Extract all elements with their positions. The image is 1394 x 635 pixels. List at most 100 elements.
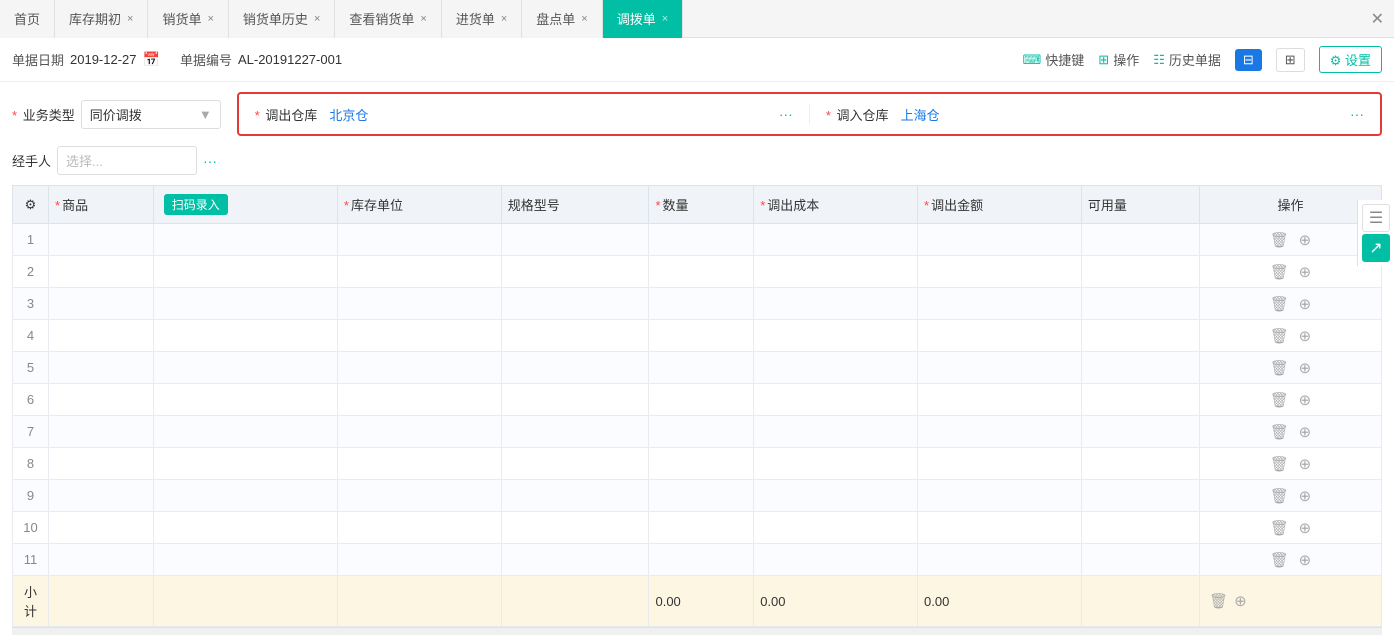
cell-unit[interactable] xyxy=(337,448,501,480)
layout-button2[interactable]: ⊞ xyxy=(1276,48,1305,72)
business-type-input[interactable]: 同价调拨 ▼ xyxy=(81,100,221,129)
copy-icon[interactable]: ⊕ xyxy=(1299,552,1312,569)
cell-cost[interactable] xyxy=(754,512,918,544)
cell-unit[interactable] xyxy=(337,384,501,416)
tab-stocktake[interactable]: 盘点单 × xyxy=(522,0,602,38)
cell-amount[interactable] xyxy=(918,480,1082,512)
cell-spec[interactable] xyxy=(501,224,649,256)
copy-icon[interactable]: ⊕ xyxy=(1299,520,1312,537)
operations-btn[interactable]: ⊞ 操作 xyxy=(1098,50,1139,69)
cell-product[interactable] xyxy=(49,544,154,576)
cell-cost[interactable] xyxy=(754,416,918,448)
calendar-icon[interactable]: 📅 xyxy=(143,51,160,68)
cell-product[interactable] xyxy=(49,448,154,480)
col-gear[interactable]: ⚙ xyxy=(13,186,49,224)
copy-icon[interactable]: ⊕ xyxy=(1299,360,1312,377)
cell-amount[interactable] xyxy=(918,352,1082,384)
cell-unit[interactable] xyxy=(337,288,501,320)
scan-button[interactable]: 扫码录入 xyxy=(164,194,228,215)
cell-unit[interactable] xyxy=(337,320,501,352)
cell-spec[interactable] xyxy=(501,320,649,352)
cell-product[interactable] xyxy=(49,288,154,320)
history-btn[interactable]: ☷ 历史单据 xyxy=(1153,50,1221,69)
cell-spec[interactable] xyxy=(501,448,649,480)
tab-sales-history[interactable]: 销货单历史 × xyxy=(229,0,335,38)
tab-sales-order-close[interactable]: × xyxy=(207,13,213,25)
cell-product[interactable] xyxy=(49,256,154,288)
cell-spec[interactable] xyxy=(501,544,649,576)
cell-cost[interactable] xyxy=(754,224,918,256)
cell-product[interactable] xyxy=(49,224,154,256)
cell-spec[interactable] xyxy=(501,384,649,416)
delete-icon[interactable]: 🗑 xyxy=(1270,392,1289,409)
delete-icon[interactable]: 🗑 xyxy=(1270,520,1289,537)
handler-more[interactable]: ··· xyxy=(203,153,217,169)
tab-inventory-init-close[interactable]: × xyxy=(127,13,133,25)
cell-product[interactable] xyxy=(49,384,154,416)
cell-unit[interactable] xyxy=(337,256,501,288)
cell-qty[interactable] xyxy=(649,288,754,320)
cell-cost[interactable] xyxy=(754,320,918,352)
delete-icon[interactable]: 🗑 xyxy=(1270,328,1289,345)
cell-qty[interactable] xyxy=(649,352,754,384)
cell-qty[interactable] xyxy=(649,480,754,512)
delete-icon[interactable]: 🗑 xyxy=(1270,296,1289,313)
copy-icon[interactable]: ⊕ xyxy=(1299,296,1312,313)
cell-spec[interactable] xyxy=(501,256,649,288)
cell-amount[interactable] xyxy=(918,320,1082,352)
tab-inventory-init[interactable]: 库存期初 × xyxy=(55,0,148,38)
cell-amount[interactable] xyxy=(918,512,1082,544)
cell-qty[interactable] xyxy=(649,320,754,352)
cell-cost[interactable] xyxy=(754,384,918,416)
cell-cost[interactable] xyxy=(754,480,918,512)
copy-icon[interactable]: ⊕ xyxy=(1299,232,1312,249)
cell-product[interactable] xyxy=(49,416,154,448)
cell-amount[interactable] xyxy=(918,416,1082,448)
cell-cost[interactable] xyxy=(754,544,918,576)
copy-icon[interactable]: ⊕ xyxy=(1299,488,1312,505)
cell-amount[interactable] xyxy=(918,448,1082,480)
cell-cost[interactable] xyxy=(754,448,918,480)
cell-spec[interactable] xyxy=(501,352,649,384)
cell-qty[interactable] xyxy=(649,448,754,480)
cell-spec[interactable] xyxy=(501,416,649,448)
cell-amount[interactable] xyxy=(918,256,1082,288)
panel-export-icon[interactable]: ↗ xyxy=(1362,234,1390,262)
warehouse-out-more[interactable]: ··· xyxy=(779,106,793,122)
tab-transfer-close[interactable]: × xyxy=(662,13,668,25)
panel-notes-icon[interactable]: ☰ xyxy=(1362,204,1390,232)
cell-qty[interactable] xyxy=(649,416,754,448)
cell-qty[interactable] xyxy=(649,544,754,576)
copy-icon[interactable]: ⊕ xyxy=(1299,456,1312,473)
tab-purchase-close[interactable]: × xyxy=(501,13,507,25)
cell-cost[interactable] xyxy=(754,288,918,320)
cell-unit[interactable] xyxy=(337,544,501,576)
cell-unit[interactable] xyxy=(337,416,501,448)
cell-amount[interactable] xyxy=(918,544,1082,576)
cell-product[interactable] xyxy=(49,480,154,512)
cell-qty[interactable] xyxy=(649,384,754,416)
cell-cost[interactable] xyxy=(754,352,918,384)
cell-amount[interactable] xyxy=(918,384,1082,416)
copy-icon[interactable]: ⊕ xyxy=(1299,264,1312,281)
shortcuts-btn[interactable]: ⌨ 快捷键 xyxy=(1023,50,1085,69)
cell-unit[interactable] xyxy=(337,480,501,512)
copy-icon[interactable]: ⊕ xyxy=(1299,392,1312,409)
warehouse-in-more[interactable]: ··· xyxy=(1350,106,1364,122)
cell-qty[interactable] xyxy=(649,512,754,544)
delete-icon[interactable]: 🗑 xyxy=(1270,488,1289,505)
cell-qty[interactable] xyxy=(649,224,754,256)
delete-icon[interactable]: 🗑 xyxy=(1270,552,1289,569)
tab-sales-order[interactable]: 销货单 × xyxy=(148,0,228,38)
setting-button[interactable]: ⚙ 设置 xyxy=(1319,46,1382,73)
cell-unit[interactable] xyxy=(337,224,501,256)
cell-spec[interactable] xyxy=(501,480,649,512)
delete-icon[interactable]: 🗑 xyxy=(1270,360,1289,377)
tab-view-sales[interactable]: 查看销货单 × xyxy=(335,0,441,38)
delete-icon[interactable]: 🗑 xyxy=(1270,264,1289,281)
cell-amount[interactable] xyxy=(918,224,1082,256)
window-close-icon[interactable]: ✕ xyxy=(1371,9,1384,29)
copy-icon[interactable]: ⊕ xyxy=(1299,424,1312,441)
delete-icon[interactable]: 🗑 xyxy=(1270,232,1289,249)
cell-amount[interactable] xyxy=(918,288,1082,320)
